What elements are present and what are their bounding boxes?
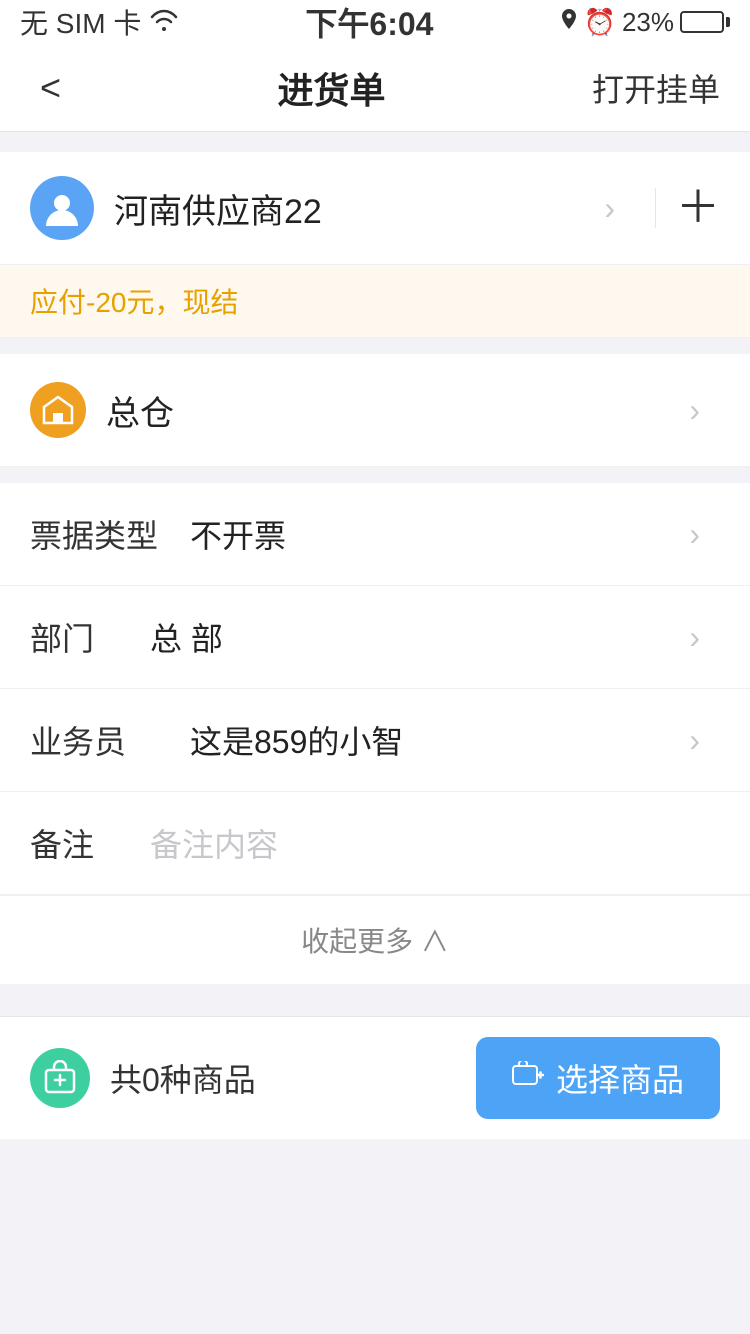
battery-percent: 23% <box>622 7 674 38</box>
department-row[interactable]: 部门 总 部 › <box>0 586 750 689</box>
salesperson-row[interactable]: 业务员 这是859的小智 › <box>0 689 750 792</box>
status-left: 无 SIM 卡 <box>20 2 179 42</box>
supplier-section: 河南供应商22 › ＋ 应付-20元，现结 <box>0 152 750 338</box>
select-product-button[interactable]: 选择商品 <box>476 1037 720 1119</box>
page-title: 进货单 <box>278 62 386 114</box>
salesperson-chevron-icon: › <box>689 722 700 759</box>
section-gap-4 <box>0 984 750 1000</box>
department-value: 总 部 <box>150 614 689 660</box>
add-supplier-button[interactable]: ＋ <box>676 186 720 230</box>
warehouse-icon <box>30 382 86 438</box>
status-bar: 无 SIM 卡 下午6:04 ⏰ 23% <box>0 0 750 44</box>
remark-placeholder[interactable]: 备注内容 <box>150 820 720 866</box>
section-gap-3 <box>0 467 750 483</box>
invoice-chevron-icon: › <box>689 516 700 553</box>
salesperson-value: 这是859的小智 <box>190 717 689 763</box>
status-time: 下午6:04 <box>305 0 433 45</box>
supplier-avatar <box>30 176 94 240</box>
status-right: ⏰ 23% <box>560 7 730 38</box>
supplier-divider <box>655 188 656 228</box>
notice-row: 应付-20元，现结 <box>0 265 750 338</box>
open-pending-button[interactable]: 打开挂单 <box>592 65 720 111</box>
carrier-text: 无 SIM 卡 <box>20 2 141 42</box>
department-label: 部门 <box>30 614 150 660</box>
remark-row[interactable]: 备注 备注内容 <box>0 792 750 895</box>
invoice-label: 票据类型 <box>30 511 190 557</box>
salesperson-label: 业务员 <box>30 717 190 763</box>
location-icon <box>560 7 578 38</box>
battery-icon <box>680 11 730 33</box>
collapse-row[interactable]: 收起更多 ∧ <box>0 895 750 984</box>
supplier-name: 河南供应商22 <box>114 184 604 233</box>
alarm-icon: ⏰ <box>584 7 616 38</box>
warehouse-row[interactable]: 总仓 › <box>0 354 750 467</box>
product-icon <box>30 1048 90 1108</box>
product-count: 共0种商品 <box>110 1055 476 1101</box>
section-gap-2 <box>0 338 750 354</box>
invoice-value: 不开票 <box>190 511 689 557</box>
section-gap-1 <box>0 132 750 152</box>
warehouse-chevron-icon: › <box>689 392 700 429</box>
nav-bar: < 进货单 打开挂单 <box>0 44 750 132</box>
department-chevron-icon: › <box>689 619 700 656</box>
wifi-icon <box>149 6 179 38</box>
form-section: 票据类型 不开票 › 部门 总 部 › 业务员 这是859的小智 › 备注 备注… <box>0 483 750 984</box>
product-bar: 共0种商品 选择商品 <box>0 1016 750 1139</box>
select-product-label: 选择商品 <box>556 1055 684 1101</box>
back-button[interactable]: < <box>30 57 71 119</box>
warehouse-name: 总仓 <box>106 386 689 435</box>
supplier-row[interactable]: 河南供应商22 › ＋ <box>0 152 750 265</box>
select-product-icon <box>512 1061 544 1096</box>
collapse-label: 收起更多 ∧ <box>301 920 449 960</box>
invoice-row[interactable]: 票据类型 不开票 › <box>0 483 750 586</box>
notice-text: 应付-20元，现结 <box>30 287 238 318</box>
supplier-chevron-icon: › <box>604 190 615 227</box>
remark-label: 备注 <box>30 820 150 866</box>
